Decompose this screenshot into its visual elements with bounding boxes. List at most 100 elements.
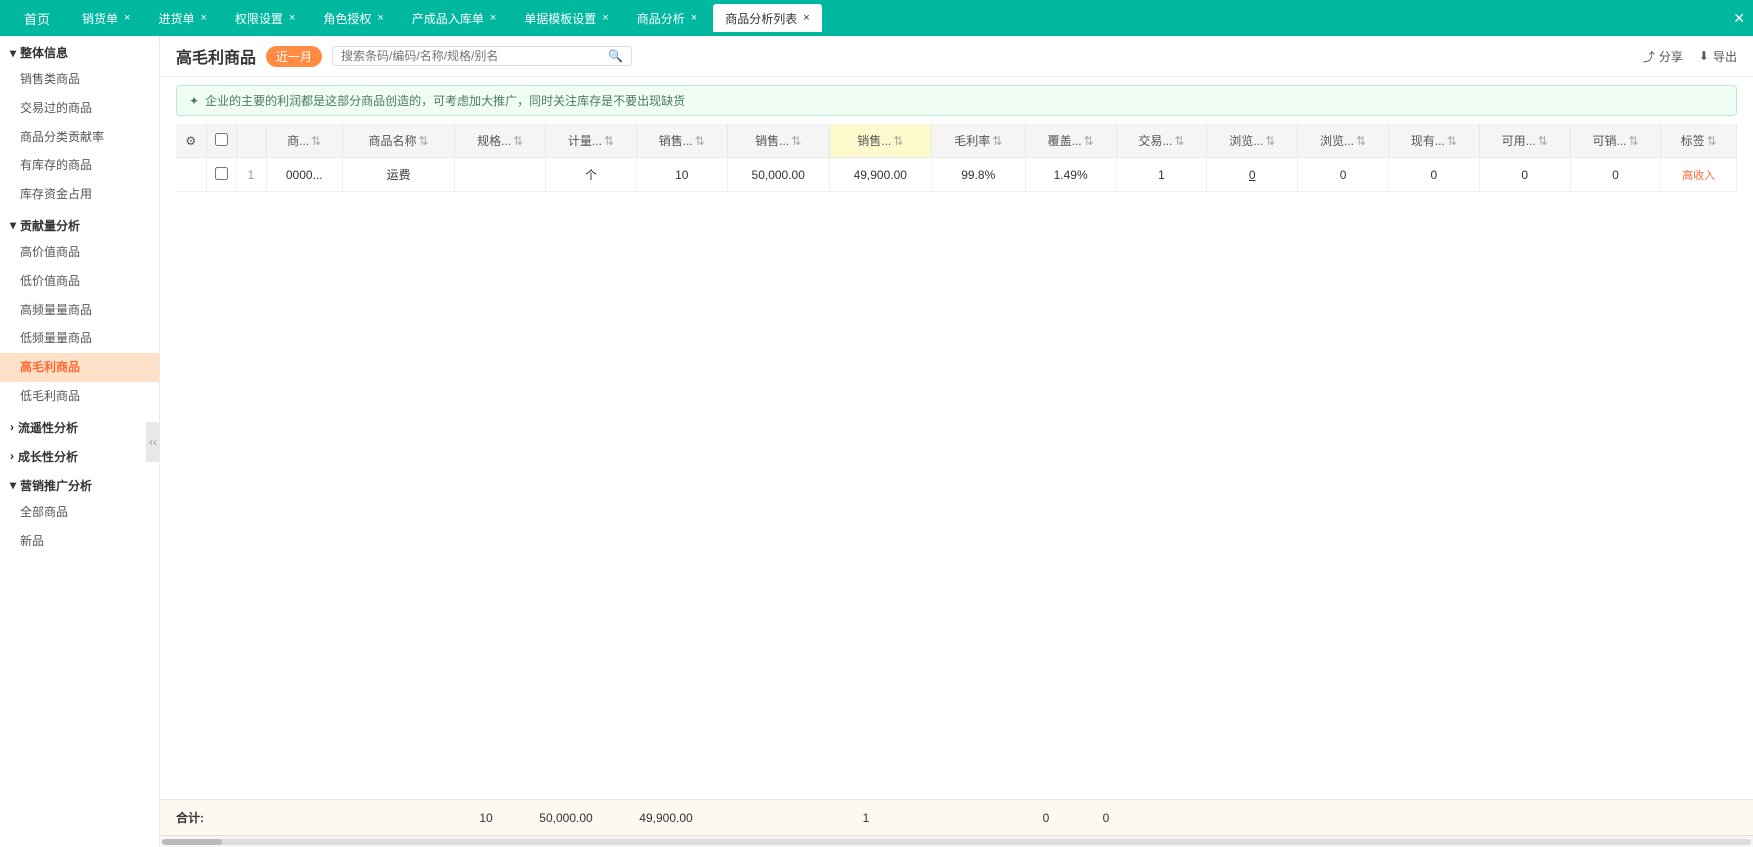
sidebar-item-low-margin[interactable]: 低毛利商品 (0, 382, 159, 411)
nav-home-tab[interactable]: 首页 (8, 9, 66, 28)
nav-template-settings-label: 单据模板设置 (524, 10, 596, 27)
nav-sales-tab[interactable]: 销货单 × (70, 4, 142, 32)
nav-template-settings-close[interactable]: × (602, 12, 608, 24)
col-code-sort: 商... ⇅ (287, 132, 321, 149)
export-btn[interactable]: ⬇ 导出 (1699, 48, 1737, 65)
cell-spec (455, 158, 546, 192)
col-sales-amount-header[interactable]: 销售... ⇅ (727, 124, 829, 158)
nav-purchase-tab[interactable]: 进货单 × (146, 4, 218, 32)
nav-product-analysis-close[interactable]: × (691, 12, 697, 24)
sidebar-group-growth[interactable]: › 成长性分析 (0, 440, 159, 469)
bottom-scrollbar[interactable] (160, 835, 1753, 847)
filter-recent-month-btn[interactable]: 近一月 (266, 46, 322, 67)
content-header: 高毛利商品 近一月 🔍 ⤴ 分享 ⬇ 导出 (160, 36, 1753, 77)
col-coverage-header[interactable]: 覆盖... ⇅ (1025, 124, 1116, 158)
sidebar-item-low-freq[interactable]: 低频量量商品 (0, 324, 159, 353)
browse1-link[interactable]: 0 (1249, 168, 1256, 182)
nav-product-inbound-tab[interactable]: 产成品入库单 × (400, 4, 508, 32)
scrollbar-track[interactable] (162, 839, 1751, 845)
sort-icon-unit: ⇅ (604, 134, 614, 148)
col-gross-rate-header[interactable]: 毛利率 ⇅ (931, 124, 1025, 158)
col-saleable-header[interactable]: 可销... ⇅ (1570, 124, 1661, 158)
nav-template-settings-tab[interactable]: 单据模板设置 × (512, 4, 620, 32)
sort-icon-sales-amount: ⇅ (791, 134, 801, 148)
col-sales-cost-header[interactable]: 销售... ⇅ (829, 124, 931, 158)
cell-sales-qty: 10 (636, 158, 727, 192)
sidebar-item-low-value[interactable]: 低价值商品 (0, 267, 159, 296)
sidebar-group-growth-label: 成长性分析 (18, 448, 78, 465)
total-label: 合计: (176, 809, 256, 826)
page-title: 高毛利商品 (176, 44, 256, 68)
cell-browse1[interactable]: 0 (1207, 158, 1298, 192)
col-code-header[interactable]: 商... ⇅ (266, 124, 342, 158)
cell-unit: 个 (546, 158, 637, 192)
col-browse2-header[interactable]: 浏览... ⇅ (1298, 124, 1389, 158)
sidebar-item-new-goods[interactable]: 新品 (0, 527, 159, 556)
col-trade-count-label: 交易... (1138, 132, 1172, 149)
sidebar-item-stock-capital[interactable]: 库存资金占用 (0, 180, 159, 209)
sidebar-group-overall-label: 整体信息 (20, 44, 68, 61)
footer-coverage-spacer (776, 811, 836, 825)
sidebar-item-traded-goods[interactable]: 交易过的商品 (0, 94, 159, 123)
header-actions: ⤴ 分享 ⬇ 导出 (1643, 48, 1737, 65)
sidebar-group-marketing[interactable]: ▾ 营销推广分析 (0, 469, 159, 498)
col-available-header[interactable]: 可用... ⇅ (1479, 124, 1570, 158)
col-current-stock-header[interactable]: 现有... ⇅ (1388, 124, 1479, 158)
nav-permission-settings-close[interactable]: × (289, 12, 295, 24)
col-name-header[interactable]: 商品名称 ⇅ (342, 124, 454, 158)
nav-product-analysis-label: 商品分析 (637, 10, 685, 27)
col-tag-header[interactable]: 标签 ⇅ (1661, 124, 1737, 158)
search-input[interactable] (341, 49, 604, 63)
scrollbar-thumb[interactable] (162, 839, 222, 845)
nav-product-analysis-tab[interactable]: 商品分析 × (625, 4, 709, 32)
sidebar-group-overall[interactable]: ▾ 整体信息 (0, 36, 159, 65)
sort-icon-gross-rate: ⇅ (992, 134, 1002, 148)
col-sales-qty-header[interactable]: 销售... ⇅ (636, 124, 727, 158)
sidebar-item-goods-in-stock[interactable]: 有库存的商品 (0, 151, 159, 180)
sidebar-item-high-margin[interactable]: 高毛利商品 (0, 353, 159, 382)
nav-purchase-close[interactable]: × (200, 12, 206, 24)
sidebar-group-fiscal[interactable]: ▾ 贡献量分析 (0, 209, 159, 238)
row-checkbox[interactable] (215, 167, 228, 180)
select-all-checkbox[interactable] (215, 133, 228, 146)
sidebar-item-goods-contribution[interactable]: 商品分类贡献率 (0, 123, 159, 152)
sort-icon-code: ⇅ (311, 134, 321, 148)
col-browse2-sort: 浏览... ⇅ (1320, 132, 1366, 149)
sidebar: ▾ 整体信息 销售类商品 交易过的商品 商品分类贡献率 有库存的商品 库存资金占… (0, 36, 160, 847)
search-box: 🔍 (332, 46, 632, 66)
chevron-down-icon-3: ▾ (10, 478, 16, 492)
sidebar-item-all-goods[interactable]: 全部商品 (0, 498, 159, 527)
content-area: 高毛利商品 近一月 🔍 ⤴ 分享 ⬇ 导出 ✦ 企业的主要的利润都是这部分商品创… (160, 36, 1753, 847)
nav-permission-settings-tab[interactable]: 权限设置 × (223, 4, 307, 32)
nav-product-inbound-close[interactable]: × (490, 12, 496, 24)
sort-icon-tag: ⇅ (1707, 134, 1717, 148)
sidebar-item-high-value[interactable]: 高价值商品 (0, 238, 159, 267)
nav-product-analysis-list-close[interactable]: × (803, 12, 809, 24)
search-icon[interactable]: 🔍 (608, 49, 623, 63)
col-checkbox-header[interactable] (206, 124, 236, 158)
col-spec-header[interactable]: 规格... ⇅ (455, 124, 546, 158)
cell-checkbox[interactable] (206, 158, 236, 192)
col-current-stock-sort: 现有... ⇅ (1411, 132, 1457, 149)
nav-role-permission-tab[interactable]: 角色授权 × (311, 4, 395, 32)
sidebar-collapse-btn[interactable]: ‹‹ (146, 422, 160, 462)
col-browse1-header[interactable]: 浏览... ⇅ (1207, 124, 1298, 158)
col-gear[interactable]: ⚙ (176, 124, 206, 158)
close-all-btn[interactable]: ✕ (1733, 10, 1745, 27)
table-wrapper: ⚙ 商... ⇅ (160, 124, 1753, 799)
sort-icon-current-stock: ⇅ (1447, 134, 1457, 148)
nav-sales-close[interactable]: × (124, 12, 130, 24)
sidebar-item-sales-goods[interactable]: 销售类商品 (0, 65, 159, 94)
sort-icon-spec: ⇅ (513, 134, 523, 148)
nav-product-analysis-list-tab[interactable]: 商品分析列表 × (713, 4, 821, 32)
col-trade-count-header[interactable]: 交易... ⇅ (1116, 124, 1207, 158)
footer-available: 0 (1076, 811, 1136, 825)
nav-role-permission-close[interactable]: × (377, 12, 383, 24)
info-banner-text: 企业的主要的利润都是这部分商品创造的，可考虑加大推广，同时关注库存是不要出现缺货 (205, 92, 685, 109)
info-icon: ✦ (189, 94, 199, 108)
sidebar-group-trend[interactable]: › 流遥性分析 (0, 411, 159, 440)
col-unit-header[interactable]: 计量... ⇅ (546, 124, 637, 158)
top-nav: 首页 销货单 × 进货单 × 权限设置 × 角色授权 × 产成品入库单 × 单据… (0, 0, 1753, 36)
share-btn[interactable]: ⤴ 分享 (1643, 48, 1683, 65)
sidebar-item-high-freq[interactable]: 高频量量商品 (0, 296, 159, 325)
